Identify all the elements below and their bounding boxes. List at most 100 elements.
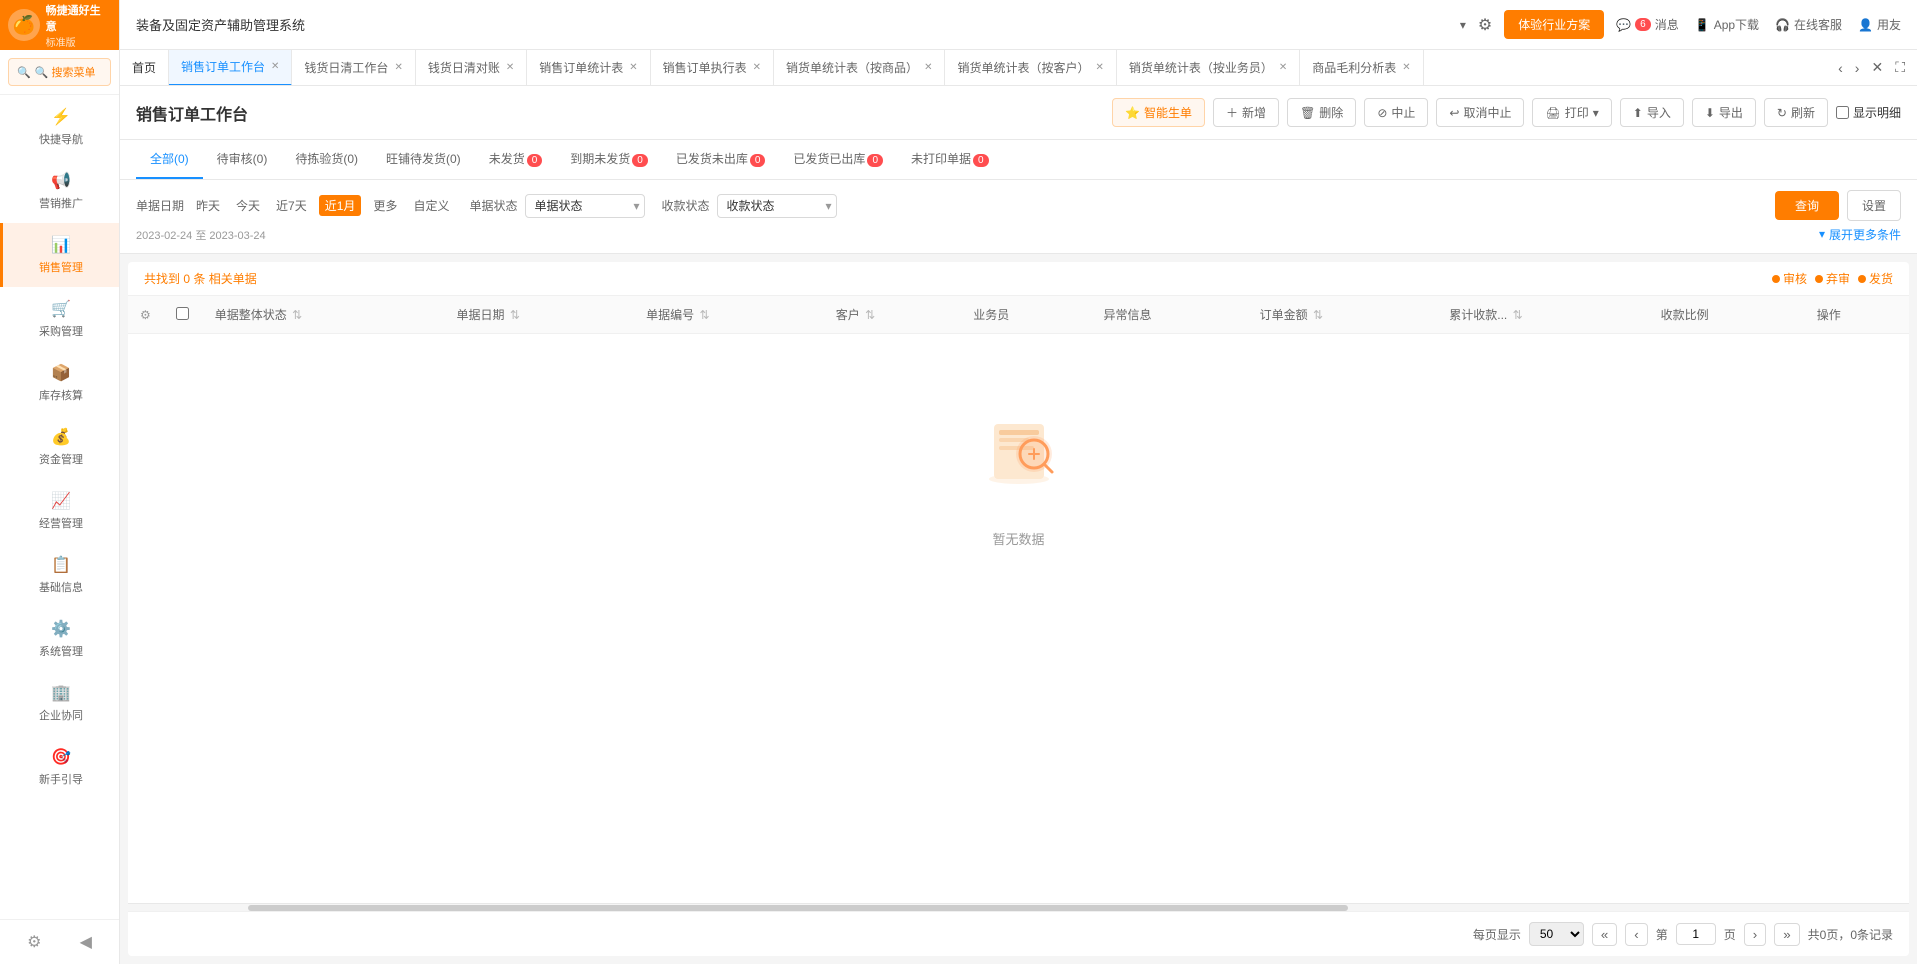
tab-gross-profit[interactable]: 商品毛利分析表 ✕	[1300, 50, 1423, 86]
tab-close-all-button[interactable]: ✕	[1867, 55, 1887, 80]
cancel-stop-button[interactable]: ↩ 取消中止	[1436, 98, 1524, 127]
tab-prev-button[interactable]: ‹	[1834, 56, 1847, 80]
message-action[interactable]: 💬 6 消息	[1616, 16, 1679, 33]
online-service-action[interactable]: 🎧 在线客服	[1775, 16, 1842, 33]
add-button[interactable]: ＋ 新增	[1213, 98, 1279, 127]
tab-sales-stat[interactable]: 销售订单统计表 ✕	[527, 50, 650, 86]
col-checkbox[interactable]	[163, 296, 203, 334]
sidebar-item-enterprise[interactable]: 🏢 企业协同	[0, 671, 119, 735]
sidebar-item-purchase[interactable]: 🛒 采购管理	[0, 287, 119, 351]
empty-illustration	[969, 394, 1069, 513]
sub-tab-pending-check[interactable]: 待拣验货(0)	[281, 140, 372, 179]
sub-tab-wangpu[interactable]: 旺铺待发货(0)	[372, 140, 475, 179]
col-settings[interactable]: ⚙	[128, 296, 163, 334]
page-size-select[interactable]: 50 10 20 100	[1529, 922, 1584, 946]
smart-create-button[interactable]: ⭐ 智能生单	[1112, 98, 1205, 127]
select-all-checkbox[interactable]	[176, 307, 189, 320]
app-download-action[interactable]: 📱 App下载	[1695, 16, 1759, 33]
tab-close-stat-customer[interactable]: ✕	[1095, 62, 1103, 73]
print-button[interactable]: 🖨 打印 ▾	[1532, 98, 1611, 127]
payment-select[interactable]: 收款状态	[717, 194, 837, 218]
sub-tab-expired-unshipped[interactable]: 到期未发货0	[556, 140, 662, 179]
filter-setting-button[interactable]: 设置	[1847, 190, 1901, 221]
sort-customer[interactable]: ⇅	[865, 308, 875, 322]
sidebar-item-basic[interactable]: 📋 基础信息	[0, 543, 119, 607]
search-menu-button[interactable]: 🔍 🔍 搜索菜单	[8, 58, 111, 86]
settings-bottom-icon[interactable]: ⚙	[23, 928, 45, 956]
review-batch-button[interactable]: 审核	[1772, 270, 1807, 287]
tab-sales-order[interactable]: 销售订单工作台 ✕	[169, 50, 292, 86]
page-number-input[interactable]	[1676, 923, 1716, 945]
expand-filter-button[interactable]: ▾ 展开更多条件	[1819, 226, 1901, 243]
next-page-button[interactable]: ›	[1744, 923, 1766, 946]
tab-cash-reconcile[interactable]: 钱货日清对账 ✕	[416, 50, 527, 86]
sub-tab-unshipped[interactable]: 未发货0	[475, 140, 557, 179]
sidebar-item-marketing[interactable]: 📢 营销推广	[0, 159, 119, 223]
sort-number[interactable]: ⇅	[699, 308, 709, 322]
sidebar-item-sales[interactable]: 📊 销售管理	[0, 223, 119, 287]
system-dropdown[interactable]: ▾	[1460, 18, 1466, 32]
first-page-button[interactable]: «	[1592, 923, 1617, 946]
stop-button[interactable]: ⊘ 中止	[1364, 98, 1428, 127]
last-page-button[interactable]: »	[1774, 923, 1799, 946]
show-detail-checkbox-wrapper[interactable]: 显示明细	[1836, 104, 1901, 121]
tab-close-gross-profit[interactable]: ✕	[1402, 62, 1410, 73]
show-detail-checkbox[interactable]	[1836, 106, 1849, 119]
tab-sales-stat-staff[interactable]: 销货单统计表（按业务员） ✕	[1117, 50, 1300, 86]
column-settings-icon[interactable]: ⚙	[140, 308, 151, 322]
tab-close-sales-exec[interactable]: ✕	[753, 62, 761, 73]
sub-tab-all[interactable]: 全部(0)	[136, 140, 203, 179]
sort-status[interactable]: ⇅	[292, 308, 302, 322]
sidebar-item-finance[interactable]: 💰 资金管理	[0, 415, 119, 479]
cancel-review-dot	[1815, 275, 1823, 283]
tab-sales-stat-customer[interactable]: 销货单统计表（按客户） ✕	[945, 50, 1116, 86]
date-yesterday[interactable]: 昨天	[192, 195, 224, 216]
tab-next-button[interactable]: ›	[1851, 56, 1864, 80]
tab-close-cashier[interactable]: ✕	[394, 62, 402, 73]
refresh-button[interactable]: ↻ 刷新	[1764, 98, 1828, 127]
sub-tab-shipped-out[interactable]: 已发货已出库0	[779, 140, 897, 179]
import-button[interactable]: ⬆ 导入	[1620, 98, 1684, 127]
sidebar-item-system[interactable]: ⚙️ 系统管理	[0, 607, 119, 671]
query-button[interactable]: 查询	[1775, 191, 1839, 220]
sidebar-item-inventory[interactable]: 📦 库存核算	[0, 351, 119, 415]
sidebar-item-guide[interactable]: 🎯 新手引导	[0, 735, 119, 799]
settings-icon[interactable]: ⚙	[1478, 15, 1492, 35]
tab-close-sales-order[interactable]: ✕	[271, 61, 279, 72]
sort-amount[interactable]: ⇅	[1313, 308, 1323, 322]
tab-home[interactable]: 首页	[120, 50, 169, 86]
date-1month[interactable]: 近1月	[319, 195, 362, 216]
date-7days[interactable]: 近7天	[272, 195, 311, 216]
tab-fullscreen-button[interactable]: ⛶	[1891, 55, 1909, 80]
tab-close-stat-product[interactable]: ✕	[924, 62, 932, 73]
sub-tab-shipped-not-out[interactable]: 已发货未出库0	[662, 140, 780, 179]
solution-button[interactable]: 体验行业方案	[1504, 10, 1604, 39]
sidebar-item-quick-nav[interactable]: ⚡ 快捷导航	[0, 95, 119, 159]
date-today[interactable]: 今天	[232, 195, 264, 216]
export-button[interactable]: ⬇ 导出	[1692, 98, 1756, 127]
sort-collected[interactable]: ⇅	[1513, 308, 1523, 322]
tab-cashier[interactable]: 钱货日清工作台 ✕	[292, 50, 415, 86]
tab-close-cash-reconcile[interactable]: ✕	[506, 62, 514, 73]
cancel-review-batch-button[interactable]: 弃审	[1815, 270, 1850, 287]
horizontal-scrollbar[interactable]	[128, 903, 1909, 911]
prev-page-button[interactable]: ‹	[1625, 923, 1647, 946]
status-select[interactable]: 单据状态	[525, 194, 645, 218]
collapse-sidebar-button[interactable]: ◀	[76, 928, 96, 956]
user-action[interactable]: 👤 用友	[1858, 16, 1901, 33]
tab-close-stat-staff[interactable]: ✕	[1279, 62, 1287, 73]
scrollbar-thumb[interactable]	[248, 905, 1348, 911]
sub-tab-pending-review[interactable]: 待审核(0)	[203, 140, 282, 179]
tab-sales-exec[interactable]: 销售订单执行表 ✕	[651, 50, 774, 86]
date-custom[interactable]: 自定义	[409, 195, 453, 216]
ship-batch-button[interactable]: 发货	[1858, 270, 1893, 287]
tab-sales-stat-product[interactable]: 销货单统计表（按商品） ✕	[774, 50, 945, 86]
tab-close-sales-stat[interactable]: ✕	[629, 62, 637, 73]
sub-tab-unprinted[interactable]: 未打印单据0	[897, 140, 1003, 179]
delete-button[interactable]: 🗑 删除	[1287, 98, 1356, 127]
logo-text: 畅捷通好生意 标准版	[46, 2, 111, 49]
sidebar-item-operation[interactable]: 📈 经营管理	[0, 479, 119, 543]
sidebar-search[interactable]: 🔍 🔍 搜索菜单	[0, 50, 119, 95]
sort-date[interactable]: ⇅	[510, 308, 520, 322]
date-more[interactable]: 更多	[369, 195, 401, 216]
